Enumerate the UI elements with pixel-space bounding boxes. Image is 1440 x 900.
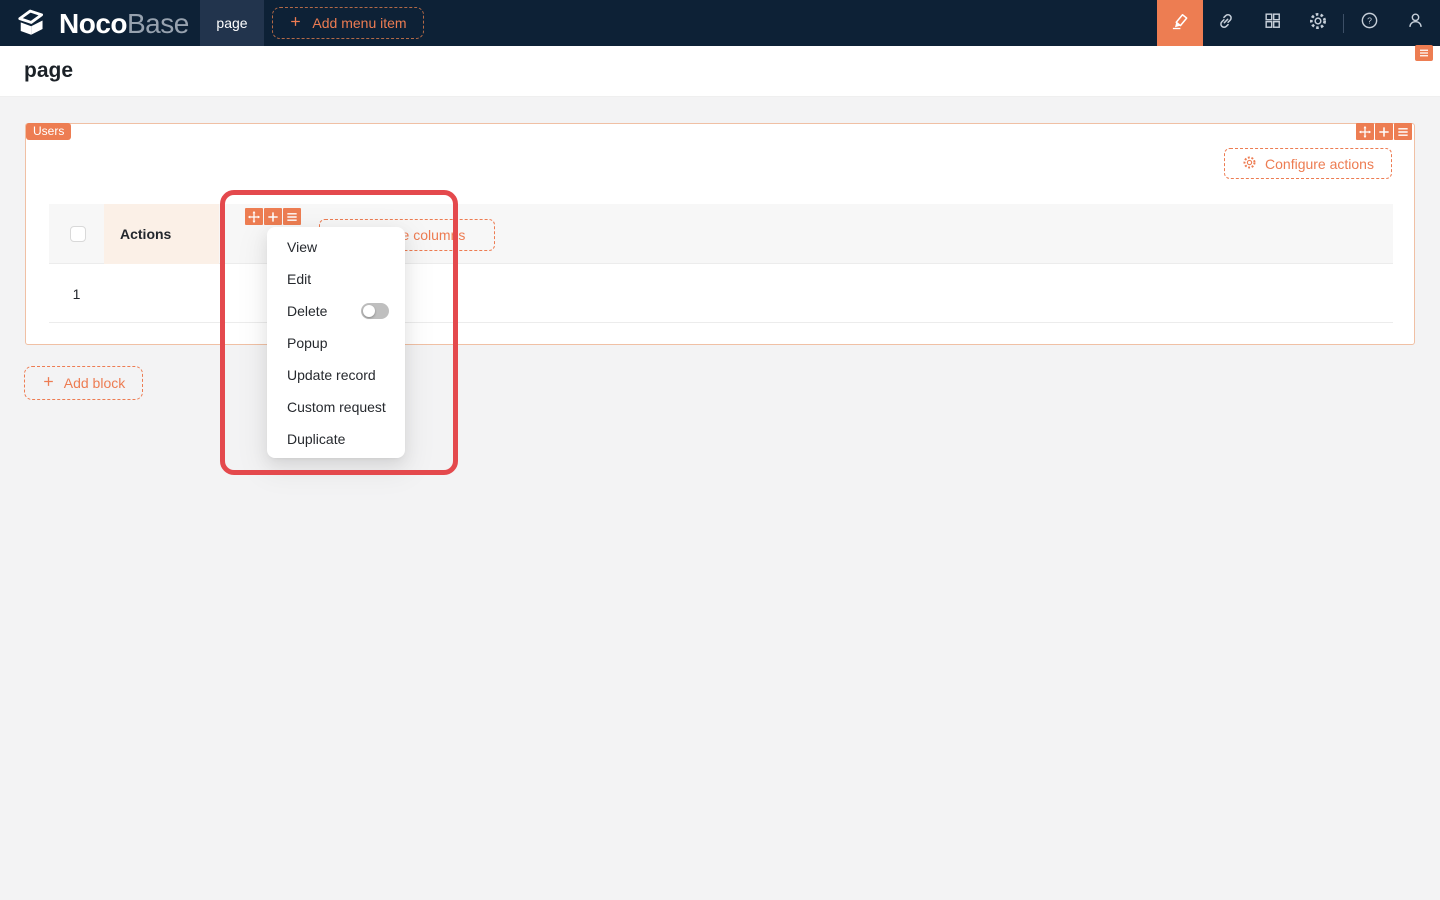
menu-item-duplicate[interactable]: Duplicate — [267, 423, 405, 455]
nocobase-logo[interactable]: NocoBase — [16, 8, 189, 39]
block-designer-icons — [1356, 123, 1412, 140]
menu-item-popup[interactable]: Popup — [267, 327, 405, 359]
appstore-grid-icon — [1263, 11, 1282, 35]
menu-item-label: Edit — [287, 271, 312, 287]
add-icon[interactable] — [1375, 123, 1393, 140]
actions-column-header: Actions — [104, 204, 219, 264]
svg-text:?: ? — [1367, 16, 1372, 26]
delete-toggle[interactable] — [361, 303, 389, 319]
menu-item-update-record[interactable]: Update record — [267, 359, 405, 391]
menu-item-label: Update record — [287, 367, 376, 383]
screen: NocoBase page Add menu item ? page Users… — [0, 0, 1440, 900]
navbar-divider — [1343, 13, 1344, 33]
question-circle-icon: ? — [1360, 11, 1379, 35]
select-all-checkbox[interactable] — [70, 226, 86, 242]
menu-item-label: Popup — [287, 335, 328, 351]
navbar-right-icons: ? — [1157, 0, 1438, 46]
page-title: page — [24, 59, 74, 82]
brand-light: Base — [127, 7, 189, 39]
help-button[interactable]: ? — [1346, 0, 1392, 46]
menu-item-view[interactable]: View — [267, 231, 405, 263]
brand-bold: Noco — [59, 7, 128, 39]
top-navbar: NocoBase page Add menu item ? — [0, 0, 1440, 46]
table-row: 1 — [49, 264, 1393, 323]
page-header: page — [0, 45, 1440, 97]
menu-item-custom-request[interactable]: Custom request — [267, 391, 405, 423]
ui-editor-button[interactable] — [1157, 0, 1203, 46]
plus-icon — [289, 15, 302, 31]
nocobase-logo-icon — [16, 6, 52, 41]
gear-icon — [1308, 11, 1328, 36]
menu-item-delete[interactable]: Delete — [267, 295, 405, 327]
page-content: Users Configure actions Actions 1 Add bl… — [0, 97, 1440, 900]
user-menu-button[interactable] — [1392, 0, 1438, 46]
add-block-label: Add block — [63, 375, 126, 391]
menu-item-label: Delete — [287, 303, 328, 319]
menu-icon[interactable] — [283, 208, 301, 225]
plugin-manager-button[interactable] — [1203, 0, 1249, 46]
configure-actions-dropdown: View Edit Delete Popup Update record Cus… — [267, 227, 405, 458]
menu-tab-page[interactable]: page — [200, 0, 264, 46]
highlighter-icon — [1170, 11, 1190, 36]
drag-icon[interactable] — [1356, 123, 1374, 140]
drag-icon[interactable] — [245, 208, 263, 225]
page-designer-menu-icon[interactable] — [1415, 45, 1433, 61]
configure-actions-label: Configure actions — [1265, 155, 1374, 172]
actions-column-designer-icons — [245, 208, 301, 225]
plus-icon — [42, 375, 55, 391]
configure-actions-button[interactable]: Configure actions — [1224, 148, 1392, 179]
collection-badge: Users — [26, 123, 72, 140]
menu-item-edit[interactable]: Edit — [267, 263, 405, 295]
users-table-block: Users Configure actions Actions 1 — [25, 123, 1415, 345]
menu-item-label: Duplicate — [287, 431, 346, 447]
menu-item-label: Custom request — [287, 399, 386, 415]
add-menu-item-label: Add menu item — [312, 15, 407, 31]
menu-tab-page-label: page — [216, 15, 248, 31]
menu-item-label: View — [287, 239, 318, 255]
menu-icon[interactable] — [1394, 123, 1412, 140]
api-plug-icon — [1216, 11, 1236, 36]
add-block-button[interactable]: Add block — [24, 366, 143, 400]
settings-button[interactable] — [1295, 0, 1341, 46]
apps-button[interactable] — [1249, 0, 1295, 46]
row-number: 1 — [72, 285, 81, 302]
gear-icon — [1242, 155, 1257, 173]
add-icon[interactable] — [264, 208, 282, 225]
user-icon — [1406, 11, 1425, 35]
brand-text: NocoBase — [59, 7, 189, 39]
add-menu-item-button[interactable]: Add menu item — [272, 7, 424, 39]
actions-column-label: Actions — [120, 226, 172, 242]
